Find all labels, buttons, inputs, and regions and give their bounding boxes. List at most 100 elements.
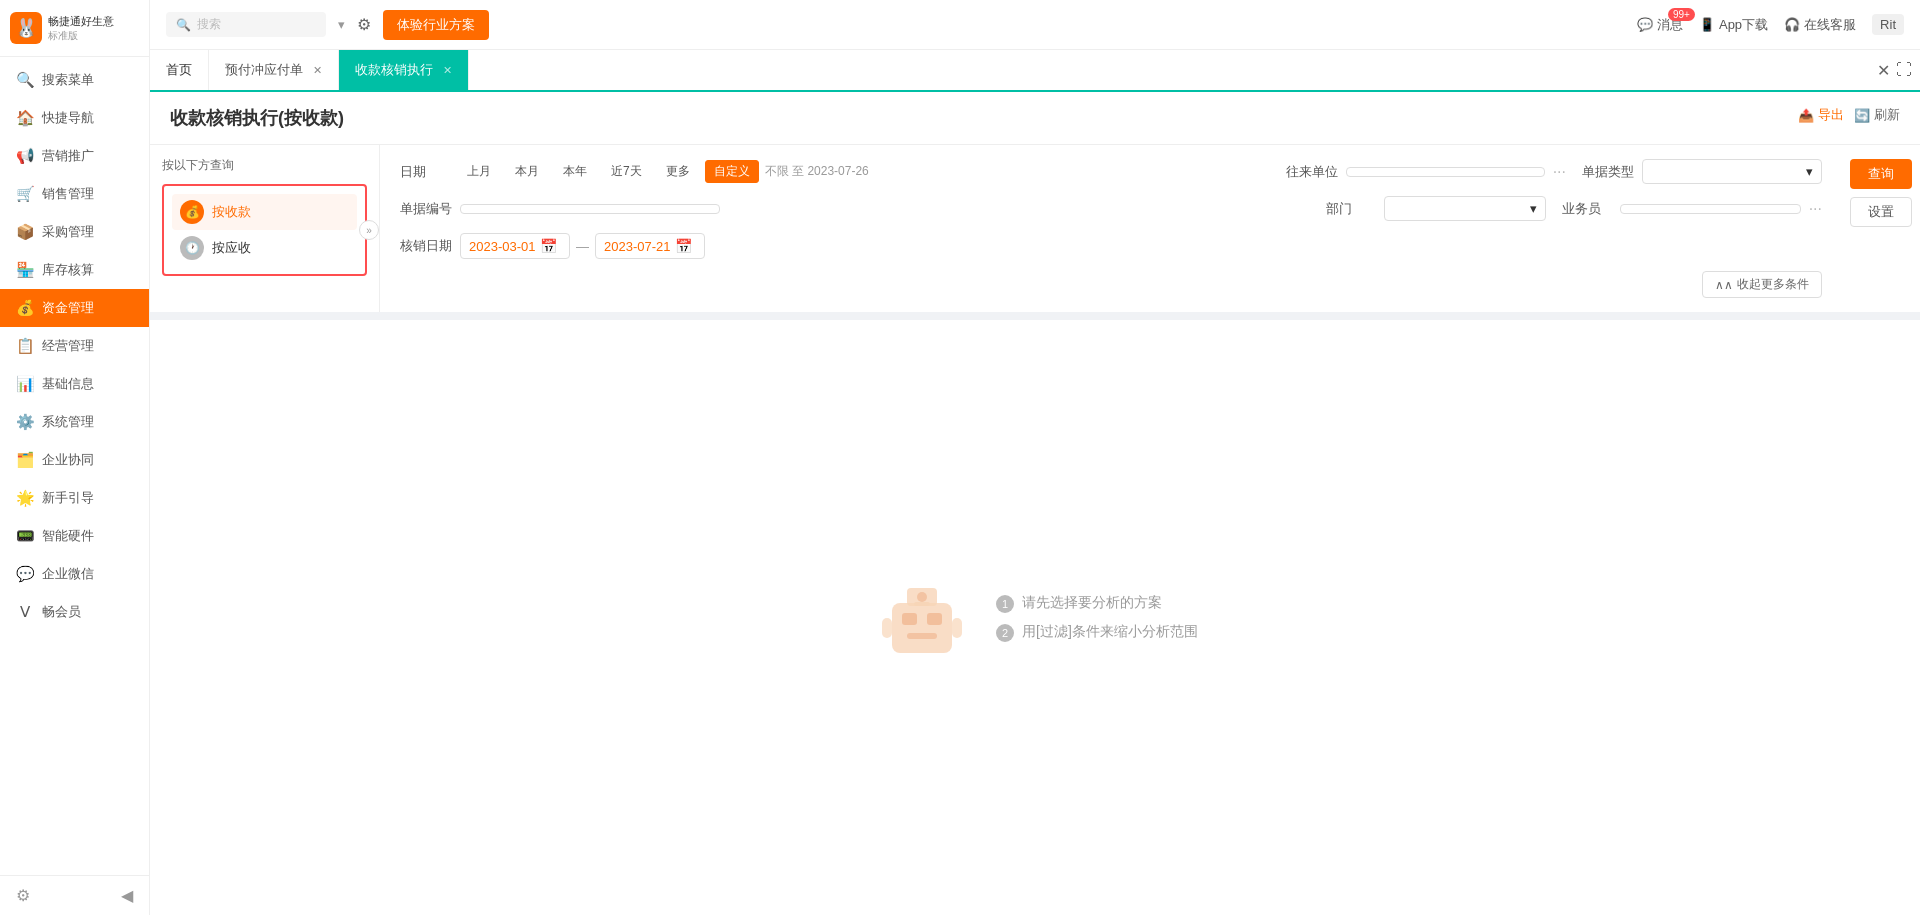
sidebar-collapse-btn[interactable]: ◀ <box>121 886 133 905</box>
topbar-search[interactable]: 🔍 搜索 <box>166 12 326 37</box>
topbar-dropdown-icon[interactable]: ▾ <box>338 17 345 32</box>
svg-rect-5 <box>952 618 962 638</box>
filter-row-1: 日期 上月 本月 本年 近7天 更多 自定义 不限 至 2023-07- <box>400 159 1822 184</box>
counterparty-ellipsis-icon[interactable]: ··· <box>1553 163 1566 181</box>
tabbar-actions: ✕ ⛶ <box>1869 50 1920 90</box>
sidebar-item-system[interactable]: ⚙️ 系统管理 <box>0 403 149 441</box>
newbie-icon: 🌟 <box>16 489 34 507</box>
counterparty-input[interactable] <box>1346 167 1545 177</box>
app-logo: 🐰 畅捷通好生意 标准版 <box>0 0 149 57</box>
settings-btn[interactable]: 设置 <box>1850 197 1912 227</box>
page-header-actions: 📤 导出 🔄 刷新 <box>1798 106 1900 138</box>
svg-rect-3 <box>907 633 937 639</box>
wechat-icon: 💬 <box>16 565 34 583</box>
writeoff-date-start-input[interactable]: 2023-03-01 📅 <box>460 233 570 259</box>
doc-type-dropdown-icon: ▾ <box>1806 164 1813 179</box>
filter-row-2: 单据编号 部门 ▾ 业务员 <box>400 196 1822 221</box>
tab-close-receipt[interactable]: ✕ <box>443 64 452 77</box>
search-icon: 🔍 <box>176 18 191 32</box>
sidebar-item-hardware[interactable]: 📟 智能硬件 <box>0 517 149 555</box>
date-btn-more[interactable]: 更多 <box>657 160 699 183</box>
message-btn[interactable]: 💬 消息 99+ <box>1637 16 1683 34</box>
sidebar-item-wechat[interactable]: 💬 企业微信 <box>0 555 149 593</box>
filter-by-receivable[interactable]: 🕐 按应收 <box>172 230 357 266</box>
main-area: 🔍 搜索 ▾ ⚙ 体验行业方案 💬 消息 99+ 📱 App下载 🎧 在线客服 … <box>150 0 1920 915</box>
sidebar-item-inventory[interactable]: 🏪 库存核算 <box>0 251 149 289</box>
filter-left: 按以下方查询 💰 按收款 🕐 按应收 » <box>150 145 380 312</box>
empty-state: 1 请先选择要分析的方案 2 用[过滤]条件来缩小分析范围 <box>150 320 1920 915</box>
sidebar-item-marketing[interactable]: 📢 营销推广 <box>0 137 149 175</box>
tab-close-all-icon[interactable]: ✕ <box>1877 61 1890 80</box>
sidebar-item-sales[interactable]: 🛒 销售管理 <box>0 175 149 213</box>
writeoff-date-end-input[interactable]: 2023-07-21 📅 <box>595 233 705 259</box>
doc-number-field: 单据编号 <box>400 200 1310 218</box>
svg-rect-8 <box>914 602 930 606</box>
tab-receipt-offset[interactable]: 收款核销执行 ✕ <box>339 50 469 90</box>
settings-icon[interactable]: ⚙ <box>16 886 30 905</box>
tab-home[interactable]: 首页 <box>150 50 209 90</box>
date-range-text: 不限 至 2023-07-26 <box>765 163 869 180</box>
counterparty-label: 往来单位 <box>1286 163 1338 181</box>
user-menu[interactable]: Rit <box>1872 14 1904 35</box>
by-receivable-icon: 🕐 <box>180 236 204 260</box>
refresh-btn[interactable]: 🔄 刷新 <box>1854 106 1900 124</box>
tip-num-1: 1 <box>996 595 1014 613</box>
sidebar-item-quick-nav[interactable]: 🏠 快捷导航 <box>0 99 149 137</box>
doc-type-field: 单据类型 ▾ <box>1582 159 1822 184</box>
page-header: 收款核销执行(按收款) 📤 导出 🔄 刷新 <box>150 92 1920 145</box>
app-download-btn[interactable]: 📱 App下载 <box>1699 16 1768 34</box>
sidebar-item-vip[interactable]: Ⅴ 畅会员 <box>0 593 149 631</box>
sidebar-item-newbie[interactable]: 🌟 新手引导 <box>0 479 149 517</box>
filter-options-container: 💰 按收款 🕐 按应收 » <box>162 184 367 276</box>
quick-nav-icon: 🏠 <box>16 109 34 127</box>
doc-type-select[interactable]: ▾ <box>1642 159 1822 184</box>
topbar: 🔍 搜索 ▾ ⚙ 体验行业方案 💬 消息 99+ 📱 App下载 🎧 在线客服 … <box>150 0 1920 50</box>
doc-number-input[interactable] <box>460 204 720 214</box>
export-btn[interactable]: 📤 导出 <box>1798 106 1844 124</box>
sidebar-item-purchase[interactable]: 📦 采购管理 <box>0 213 149 251</box>
svg-rect-2 <box>927 613 942 625</box>
purchase-icon: 📦 <box>16 223 34 241</box>
query-btn[interactable]: 查询 <box>1850 159 1912 189</box>
filter-collapse-btn[interactable]: » <box>359 220 379 240</box>
svg-rect-1 <box>902 613 917 625</box>
date-btn-this-year[interactable]: 本年 <box>554 160 596 183</box>
tab-prepay-offset[interactable]: 预付冲应付单 ✕ <box>209 50 339 90</box>
service-btn[interactable]: 🎧 在线客服 <box>1784 16 1856 34</box>
calendar-end-icon[interactable]: 📅 <box>675 238 692 254</box>
app-title: 畅捷通好生意 标准版 <box>48 14 114 41</box>
tab-expand-icon[interactable]: ⛶ <box>1896 61 1912 79</box>
date-btn-this-month[interactable]: 本月 <box>506 160 548 183</box>
department-select[interactable]: ▾ <box>1384 196 1546 221</box>
sidebar-item-basic-info[interactable]: 📊 基础信息 <box>0 365 149 403</box>
filter-by-receipt[interactable]: 💰 按收款 <box>172 194 357 230</box>
sidebar-item-operation[interactable]: 📋 经营管理 <box>0 327 149 365</box>
vip-icon: Ⅴ <box>16 603 34 621</box>
filter-right-wrapper: 日期 上月 本月 本年 近7天 更多 自定义 不限 至 2023-07- <box>380 145 1920 312</box>
collapse-more-btn[interactable]: ∧∧ 收起更多条件 <box>1702 271 1822 298</box>
date-field: 日期 上月 本月 本年 近7天 更多 自定义 不限 至 2023-07- <box>400 160 1270 183</box>
counterparty-field: 往来单位 ··· <box>1286 163 1566 181</box>
filter-row-3: 核销日期 2023-03-01 📅 — 2023-07-21 📅 <box>400 233 1822 259</box>
solution-btn[interactable]: 体验行业方案 <box>383 10 489 40</box>
filter-panel: 按以下方查询 💰 按收款 🕐 按应收 » <box>150 145 1920 312</box>
logo-icon: 🐰 <box>10 12 42 44</box>
hardware-icon: 📟 <box>16 527 34 545</box>
salesperson-input[interactable] <box>1620 204 1801 214</box>
filter-right: 日期 上月 本月 本年 近7天 更多 自定义 不限 至 2023-07- <box>380 145 1842 312</box>
system-icon: ⚙️ <box>16 413 34 431</box>
empty-illustration <box>872 568 972 668</box>
sidebar-item-search-menu[interactable]: 🔍 搜索菜单 <box>0 61 149 99</box>
tip-num-2: 2 <box>996 624 1014 642</box>
sidebar-nav: 🔍 搜索菜单 🏠 快捷导航 📢 营销推广 🛒 销售管理 📦 采购管理 🏪 库存核… <box>0 57 149 875</box>
salesperson-ellipsis-icon[interactable]: ··· <box>1809 200 1822 218</box>
date-btn-last-month[interactable]: 上月 <box>458 160 500 183</box>
calendar-start-icon[interactable]: 📅 <box>540 238 557 254</box>
date-btn-7days[interactable]: 近7天 <box>602 160 651 183</box>
tab-close-prepay[interactable]: ✕ <box>313 64 322 77</box>
sidebar-item-enterprise[interactable]: 🗂️ 企业协同 <box>0 441 149 479</box>
date-btn-custom[interactable]: 自定义 <box>705 160 759 183</box>
sidebar-item-capital[interactable]: 💰 资金管理 <box>0 289 149 327</box>
topbar-gear-icon[interactable]: ⚙ <box>357 15 371 34</box>
date-options: 上月 本月 本年 近7天 更多 自定义 不限 至 2023-07-26 <box>458 160 869 183</box>
